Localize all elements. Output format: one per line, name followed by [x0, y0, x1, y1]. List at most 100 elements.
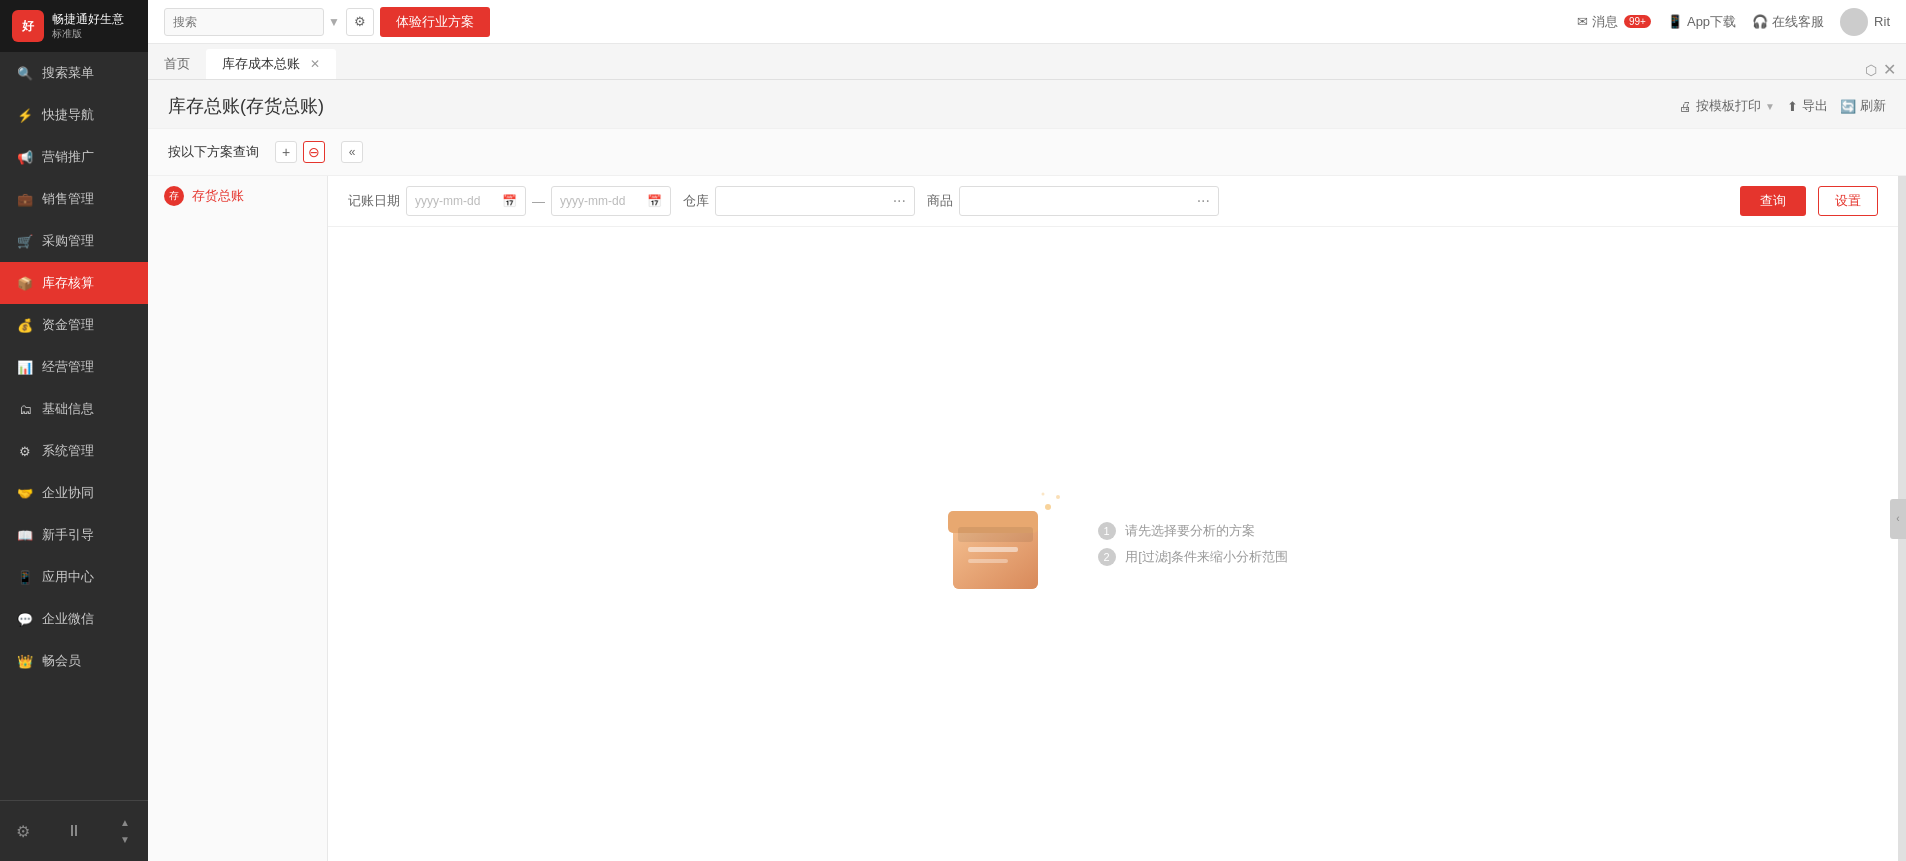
- scroll-up-btn[interactable]: ▲: [118, 815, 132, 830]
- sidebar-item-quick-nav[interactable]: ⚡ 快捷导航: [0, 94, 148, 136]
- app-center-icon: 📱: [16, 568, 34, 586]
- warehouse-select[interactable]: ···: [715, 186, 915, 216]
- date-end-input[interactable]: yyyy-mm-dd 📅: [551, 186, 671, 216]
- warehouse-label: 仓库: [683, 192, 709, 210]
- message-btn[interactable]: ✉ 消息 99+: [1577, 13, 1651, 31]
- sidebar-item-enterprise[interactable]: 🤝 企业协同: [0, 472, 148, 514]
- filter-area: 按以下方案查询 + ⊖ «: [148, 129, 1906, 176]
- settings-btn[interactable]: 设置: [1818, 186, 1878, 216]
- query-btn[interactable]: 查询: [1740, 186, 1806, 216]
- wechat-icon: 💬: [16, 610, 34, 628]
- svg-rect-5: [968, 559, 1008, 563]
- date-start-input[interactable]: yyyy-mm-dd 📅: [406, 186, 526, 216]
- calendar-start-icon[interactable]: 📅: [502, 194, 517, 208]
- settings-icon-btn[interactable]: ⚙: [16, 822, 30, 841]
- user-area[interactable]: Rit: [1840, 8, 1890, 36]
- system-icon: ⚙: [16, 442, 34, 460]
- empty-inner: 1 请先选择要分析的方案 2 用[过滤]条件来缩小分析范围: [938, 489, 1289, 599]
- hint1: 1 请先选择要分析的方案: [1098, 518, 1289, 544]
- topbar-search-input[interactable]: [164, 8, 324, 36]
- message-icon: ✉: [1577, 14, 1588, 29]
- sidebar-item-wechat[interactable]: 💬 企业微信: [0, 598, 148, 640]
- sales-icon: 💼: [16, 190, 34, 208]
- inventory-icon: 📦: [16, 274, 34, 292]
- sidebar-item-operations[interactable]: 📊 经营管理: [0, 346, 148, 388]
- tab-bar: 首页 库存成本总账 ✕ ⬡ ✕: [148, 44, 1906, 80]
- filter-collapse-btn[interactable]: «: [341, 141, 363, 163]
- online-service-btn[interactable]: 🎧 在线客服: [1752, 13, 1824, 31]
- sidebar-footer: ⚙ ⏸ ▲ ▼: [0, 800, 148, 861]
- svg-rect-4: [968, 547, 1018, 552]
- collapse-btn[interactable]: ⏸: [66, 822, 82, 840]
- refresh-btn[interactable]: 🔄 刷新: [1840, 97, 1886, 115]
- sidebar-item-inventory[interactable]: 📦 库存核算: [0, 262, 148, 304]
- user-name: Rit: [1874, 14, 1890, 29]
- main-area: ▼ ⚙ 体验行业方案 ✉ 消息 99+ 📱 App下载 🎧 在线客服 Rit: [148, 0, 1906, 861]
- industry-btn[interactable]: 体验行业方案: [380, 7, 490, 37]
- vip-icon: 👑: [16, 652, 34, 670]
- panel-toggle-area: ⬡ ✕: [1855, 60, 1906, 79]
- scheme-panel: 存 存货总账: [148, 176, 328, 861]
- product-more-icon[interactable]: ···: [1197, 192, 1210, 210]
- tab-home[interactable]: 首页: [148, 49, 206, 79]
- print-dropdown-icon[interactable]: ▼: [1765, 101, 1775, 112]
- logo-icon: 好: [12, 10, 44, 42]
- sidebar-scroll: ▲ ▼: [118, 811, 132, 851]
- headset-icon: 🎧: [1752, 14, 1768, 29]
- purchase-icon: 🛒: [16, 232, 34, 250]
- scheme-item-inventory[interactable]: 存 存货总账: [148, 176, 327, 216]
- marketing-icon: 📢: [16, 148, 34, 166]
- app-logo: 好 畅捷通好生意 标准版: [0, 0, 148, 52]
- warehouse-more-icon[interactable]: ···: [893, 192, 906, 210]
- download-icon: 📱: [1667, 14, 1683, 29]
- sidebar-item-purchase[interactable]: 🛒 采购管理: [0, 220, 148, 262]
- sidebar-item-finance[interactable]: 💰 资金管理: [0, 304, 148, 346]
- sidebar-item-vip[interactable]: 👑 畅会员: [0, 640, 148, 682]
- product-filter-field: 商品 ···: [927, 186, 1219, 216]
- sidebar-item-base-info[interactable]: 🗂 基础信息: [0, 388, 148, 430]
- calendar-end-icon[interactable]: 📅: [647, 194, 662, 208]
- page-header: 库存总账(存货总账) 🖨 按模板打印 ▼ ⬆ 导出 🔄 刷新: [148, 80, 1906, 129]
- enterprise-icon: 🤝: [16, 484, 34, 502]
- operations-icon: 📊: [16, 358, 34, 376]
- sidebar-item-sales[interactable]: 💼 销售管理: [0, 178, 148, 220]
- print-icon: 🖨: [1679, 99, 1692, 114]
- user-avatar: [1840, 8, 1868, 36]
- page-actions: 🖨 按模板打印 ▼ ⬆ 导出 🔄 刷新: [1679, 97, 1886, 115]
- topbar-gear-btn[interactable]: ⚙: [346, 8, 374, 36]
- print-btn[interactable]: 🖨 按模板打印 ▼: [1679, 97, 1775, 115]
- page-title: 库存总账(存货总账): [168, 94, 324, 118]
- warehouse-filter-field: 仓库 ···: [683, 186, 915, 216]
- export-btn[interactable]: ⬆ 导出: [1787, 97, 1828, 115]
- sidebar-item-marketing[interactable]: 📢 营销推广: [0, 136, 148, 178]
- quick-nav-icon: ⚡: [16, 106, 34, 124]
- product-select[interactable]: ···: [959, 186, 1219, 216]
- sidebar-item-guide[interactable]: 📖 新手引导: [0, 514, 148, 556]
- date-separator: —: [532, 194, 545, 209]
- content-body: 存 存货总账 记账日期 yyyy-mm-dd 📅 — yyyy-mm-dd 📅: [148, 176, 1906, 861]
- svg-rect-3: [958, 527, 1033, 542]
- topbar-right: ✉ 消息 99+ 📱 App下载 🎧 在线客服 Rit: [1577, 8, 1890, 36]
- topbar-search-area: ▼ ⚙ 体验行业方案: [164, 7, 1569, 37]
- sidebar-item-app-center[interactable]: 📱 应用中心: [0, 556, 148, 598]
- export-icon: ⬆: [1787, 99, 1798, 114]
- search-icon: 🔍: [16, 64, 34, 82]
- panel-expand-btn[interactable]: ⬡: [1865, 62, 1877, 78]
- right-panel-toggle-btn[interactable]: ‹: [1890, 499, 1906, 539]
- empty-illustration: [938, 489, 1068, 599]
- scroll-down-btn[interactable]: ▼: [118, 832, 132, 847]
- search-dropdown-btn[interactable]: ▼: [328, 15, 340, 29]
- tab-close-btn[interactable]: ✕: [310, 57, 320, 71]
- sidebar-item-system[interactable]: ⚙ 系统管理: [0, 430, 148, 472]
- filter-remove-btn[interactable]: ⊖: [303, 141, 325, 163]
- date-filter-field: 记账日期 yyyy-mm-dd 📅 — yyyy-mm-dd 📅: [348, 186, 671, 216]
- logo-text: 畅捷通好生意 标准版: [52, 11, 124, 42]
- app-download-btn[interactable]: 📱 App下载: [1667, 13, 1736, 31]
- topbar: ▼ ⚙ 体验行业方案 ✉ 消息 99+ 📱 App下载 🎧 在线客服 Rit: [148, 0, 1906, 44]
- empty-svg: [938, 489, 1068, 599]
- panel-close-btn[interactable]: ✕: [1883, 60, 1896, 79]
- sidebar-item-search[interactable]: 🔍 搜索菜单: [0, 52, 148, 94]
- filter-add-btn[interactable]: +: [275, 141, 297, 163]
- tab-inventory-ledger[interactable]: 库存成本总账 ✕: [206, 49, 336, 79]
- refresh-icon: 🔄: [1840, 99, 1856, 114]
